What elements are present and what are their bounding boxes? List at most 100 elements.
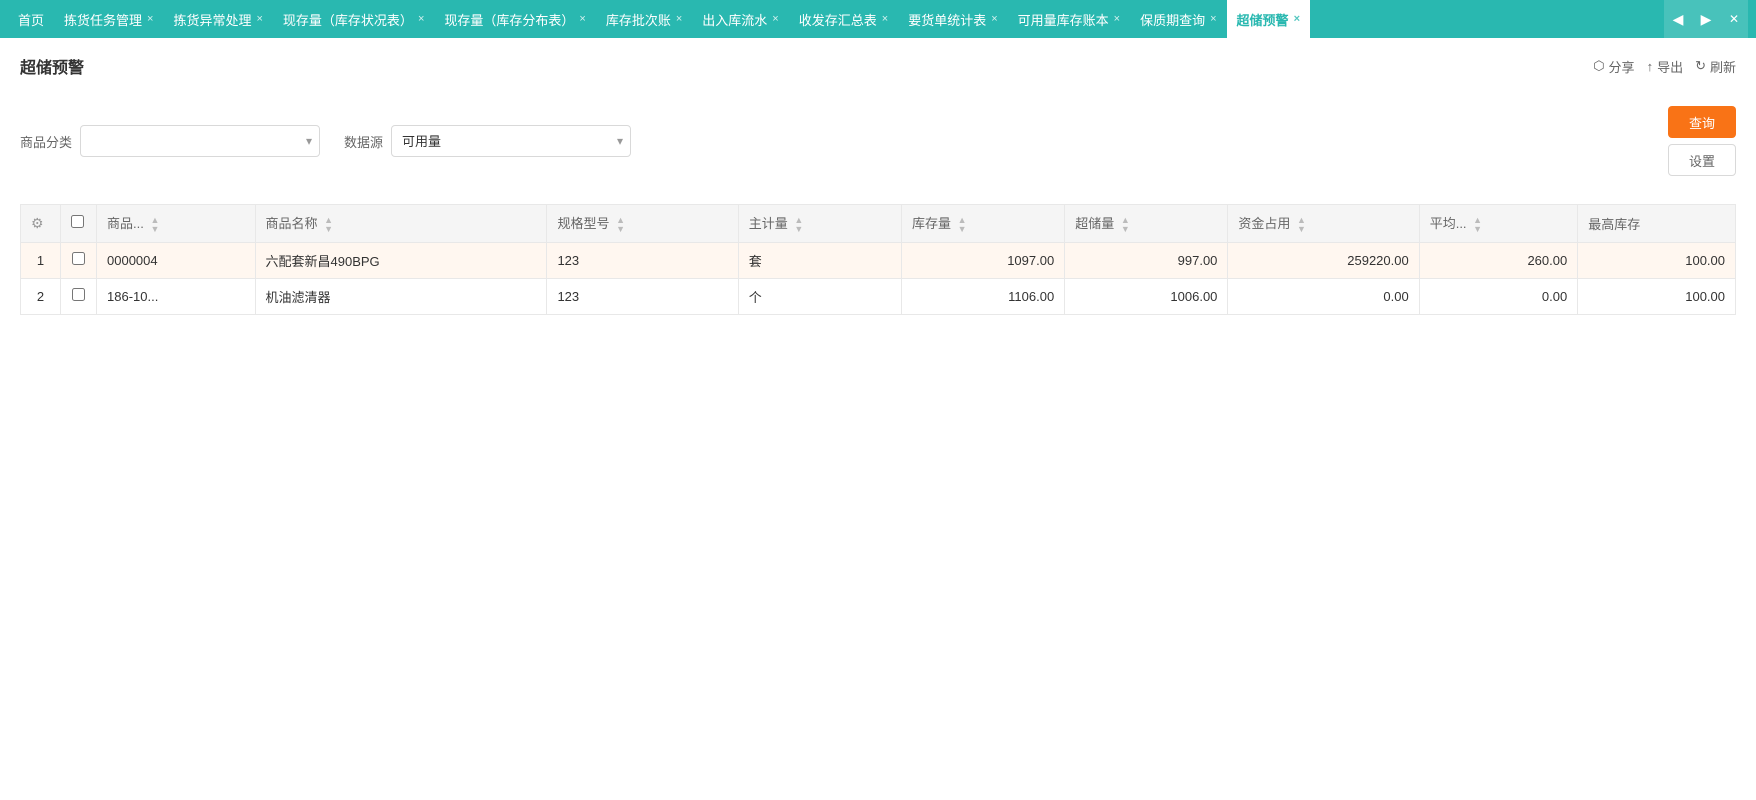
row-product-name: 六配套新昌490BPG [255,242,547,278]
refresh-label: 刷新 [1710,57,1736,76]
nav-close-task-mgmt[interactable]: × [147,13,153,25]
nav-item-order-stats[interactable]: 要货单统计表× [898,0,1007,38]
header-actions: ⬡ 分享 ↑ 导出 ↻ 刷新 [1593,57,1736,76]
nav-close-quality-query[interactable]: × [1210,13,1216,25]
sort-spec-icon: ▲▼ [616,216,625,234]
nav-item-exception[interactable]: 拣货异常处理× [163,0,272,38]
row-max-stock: 100.00 [1578,242,1736,278]
sort-product-name-icon: ▲▼ [324,216,333,234]
table-row: 2 186-10... 机油滤清器 123 个 1106.00 1006.00 … [21,278,1736,314]
row-checkbox[interactable] [72,288,85,301]
th-checkbox [61,205,97,243]
data-table: ⚙ 商品... ▲▼ 商品名称 ▲▼ 规格型号 ▲▼ 主计 [20,204,1736,315]
datasource-label: 数据源 [344,132,383,151]
category-filter: 商品分类 [20,125,320,157]
row-max-stock: 100.00 [1578,278,1736,314]
nav-left-arrow[interactable]: ◀ [1664,0,1692,38]
row-stock: 1106.00 [901,278,1064,314]
row-unit: 套 [738,242,901,278]
nav-item-avail-ledger[interactable]: 可用量库存账本× [1008,0,1130,38]
row-index: 2 [21,278,61,314]
th-settings: ⚙ [21,205,61,243]
sort-product-code-icon: ▲▼ [150,216,159,234]
sort-overstock-icon: ▲▼ [1121,216,1130,234]
filter-bar: 商品分类 数据源 可用量 库存量 查询 设置 [20,94,1736,188]
nav-item-batch-account[interactable]: 库存批次账× [596,0,692,38]
category-select[interactable] [80,125,320,157]
th-max-stock: 最高库存 [1578,205,1736,243]
share-icon: ⬡ [1593,58,1604,74]
th-spec[interactable]: 规格型号 ▲▼ [547,205,738,243]
row-overstock: 997.00 [1065,242,1228,278]
query-button[interactable]: 查询 [1668,106,1736,138]
share-label: 分享 [1609,57,1635,76]
th-product-name[interactable]: 商品名称 ▲▼ [255,205,547,243]
nav-close-collect-summary[interactable]: × [882,13,888,25]
row-capital: 0.00 [1228,278,1419,314]
refresh-action[interactable]: ↻ 刷新 [1695,57,1736,76]
datasource-select-wrapper: 可用量 库存量 [391,125,631,157]
top-nav: 首页拣货任务管理×拣货异常处理×现存量（库存状况表）×现存量（库存分布表）×库存… [0,0,1756,38]
nav-item-task-mgmt[interactable]: 拣货任务管理× [54,0,163,38]
main-content: 超储预警 ⬡ 分享 ↑ 导出 ↻ 刷新 商品分类 [0,38,1756,800]
nav-item-inout-flow[interactable]: 出入库流水× [692,0,788,38]
row-avg: 260.00 [1419,242,1578,278]
nav-item-stock-dist[interactable]: 现存量（库存分布表）× [434,0,595,38]
nav-close-overstock-alert[interactable]: × [1294,13,1300,25]
nav-arrows: ◀ ▶ ✕ [1664,0,1748,38]
nav-close-batch-account[interactable]: × [676,13,682,25]
th-product-code[interactable]: 商品... ▲▼ [97,205,256,243]
row-checkbox-cell [61,278,97,314]
row-checkbox[interactable] [72,252,85,265]
nav-item-quality-query[interactable]: 保质期查询× [1130,0,1226,38]
datasource-filter: 数据源 可用量 库存量 [344,125,631,157]
nav-item-home[interactable]: 首页 [8,0,54,38]
refresh-icon: ↻ [1695,58,1706,74]
th-stock[interactable]: 库存量 ▲▼ [901,205,1064,243]
filter-actions: 查询 设置 [1668,106,1736,176]
sort-capital-icon: ▲▼ [1297,216,1306,234]
table-body: 1 0000004 六配套新昌490BPG 123 套 1097.00 997.… [21,242,1736,314]
nav-item-overstock-alert[interactable]: 超储预警× [1227,0,1310,38]
row-capital: 259220.00 [1228,242,1419,278]
category-label: 商品分类 [20,132,72,151]
nav-item-stock-status[interactable]: 现存量（库存状况表）× [273,0,434,38]
page-header: 超储预警 ⬡ 分享 ↑ 导出 ↻ 刷新 [20,54,1736,78]
share-action[interactable]: ⬡ 分享 [1593,57,1634,76]
nav-close-inout-flow[interactable]: × [772,13,778,25]
nav-close-arrow[interactable]: ✕ [1720,0,1748,38]
nav-close-exception[interactable]: × [256,13,262,25]
row-unit: 个 [738,278,901,314]
select-all-checkbox[interactable] [71,215,84,228]
row-avg: 0.00 [1419,278,1578,314]
settings-gear-icon[interactable]: ⚙ [31,215,44,231]
th-overstock[interactable]: 超储量 ▲▼ [1065,205,1228,243]
table-header: ⚙ 商品... ▲▼ 商品名称 ▲▼ 规格型号 ▲▼ 主计 [21,205,1736,243]
nav-close-stock-dist[interactable]: × [579,13,585,25]
export-icon: ↑ [1647,59,1654,74]
row-product-code: 186-10... [97,278,256,314]
row-stock: 1097.00 [901,242,1064,278]
row-overstock: 1006.00 [1065,278,1228,314]
settings-button[interactable]: 设置 [1668,144,1736,176]
row-checkbox-cell [61,242,97,278]
sort-unit-icon: ▲▼ [794,216,803,234]
th-avg[interactable]: 平均... ▲▼ [1419,205,1578,243]
category-select-wrapper [80,125,320,157]
row-spec: 123 [547,242,738,278]
nav-right-arrow[interactable]: ▶ [1692,0,1720,38]
row-index: 1 [21,242,61,278]
row-product-name: 机油滤清器 [255,278,547,314]
th-capital[interactable]: 资金占用 ▲▼ [1228,205,1419,243]
th-unit[interactable]: 主计量 ▲▼ [738,205,901,243]
export-action[interactable]: ↑ 导出 [1647,57,1684,76]
nav-item-collect-summary[interactable]: 收发存汇总表× [789,0,898,38]
sort-stock-icon: ▲▼ [958,216,967,234]
sort-avg-icon: ▲▼ [1473,216,1482,234]
table-row: 1 0000004 六配套新昌490BPG 123 套 1097.00 997.… [21,242,1736,278]
row-spec: 123 [547,278,738,314]
nav-close-order-stats[interactable]: × [991,13,997,25]
nav-close-avail-ledger[interactable]: × [1114,13,1120,25]
datasource-select[interactable]: 可用量 库存量 [391,125,631,157]
nav-close-stock-status[interactable]: × [418,13,424,25]
